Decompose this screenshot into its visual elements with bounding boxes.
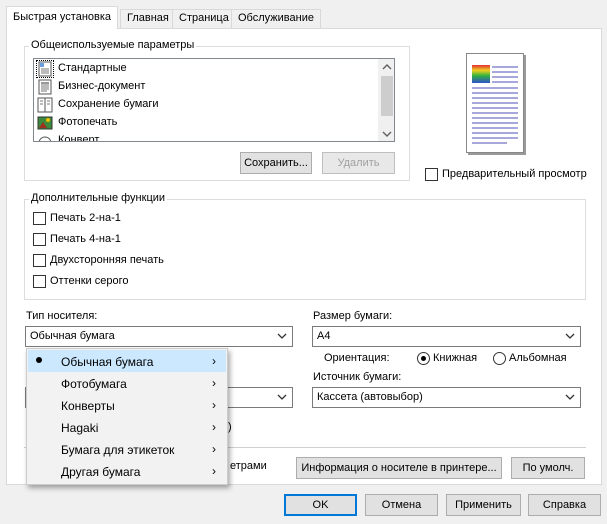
submenu-arrow-icon: › xyxy=(212,442,216,456)
menu-item-label: Конверты xyxy=(61,399,115,413)
duplex-print-label: Двухсторонняя печать xyxy=(50,254,164,266)
list-item[interactable]: Стандартные xyxy=(36,60,376,78)
envelope-icon xyxy=(37,133,53,141)
paper-source-select[interactable]: Кассета (автовыбор) xyxy=(312,387,581,408)
tab-quick-setup[interactable]: Быстрая установка xyxy=(6,6,119,29)
tab-page[interactable]: Страница xyxy=(172,9,236,28)
scroll-up-icon[interactable] xyxy=(382,62,392,74)
save-button[interactable]: Сохранить... xyxy=(240,152,312,174)
preview-checkbox[interactable] xyxy=(425,168,438,181)
chevron-down-icon xyxy=(277,331,287,341)
list-item[interactable]: Бизнес-документ xyxy=(36,78,376,96)
menu-item-label: Hagaki xyxy=(61,421,99,435)
paper-size-value: A4 xyxy=(317,330,331,342)
list-scrollbar[interactable] xyxy=(378,59,394,141)
print-4-in-1-checkbox[interactable] xyxy=(33,233,46,246)
submenu-arrow-icon: › xyxy=(212,398,216,412)
scrollbar-thumb[interactable] xyxy=(381,76,393,116)
photo-print-icon xyxy=(37,115,53,131)
tab-main[interactable]: Главная xyxy=(120,9,176,28)
list-item[interactable]: Конверт xyxy=(36,132,376,142)
common-settings-title: Общеиспользуемые параметры xyxy=(29,39,197,51)
list-item[interactable]: Фотопечать xyxy=(36,114,376,132)
scroll-down-icon[interactable] xyxy=(382,129,392,141)
media-type-label: Тип носителя: xyxy=(26,310,98,322)
paper-source-value: Кассета (автовыбор) xyxy=(317,391,423,403)
list-item-label: Фотопечать xyxy=(58,116,118,128)
landscape-label: Альбомная xyxy=(509,352,567,364)
print-2-in-1-label: Печать 2-на-1 xyxy=(50,212,121,224)
submenu-arrow-icon: › xyxy=(212,420,216,434)
menu-item-label: Другая бумага xyxy=(61,465,141,479)
ok-button[interactable]: OK xyxy=(284,494,357,516)
media-type-dropdown-menu: Обычная бумага › Фотобумага › Конверты ›… xyxy=(26,348,228,485)
menu-item-label: Бумага для этикеток xyxy=(61,443,175,457)
apply-button[interactable]: Применить xyxy=(446,494,521,516)
submenu-arrow-icon: › xyxy=(212,376,216,390)
orientation-label: Ориентация: xyxy=(324,352,390,364)
page-preview-image xyxy=(466,53,524,153)
menu-item-hagaki[interactable]: Hagaki › xyxy=(28,416,226,438)
help-button[interactable]: Справка xyxy=(528,494,601,516)
grayscale-label: Оттенки серого xyxy=(50,275,129,287)
extra-features-title: Дополнительные функции xyxy=(29,192,168,204)
chevron-down-icon xyxy=(277,392,287,402)
preview-label: Предварительный просмотр xyxy=(442,168,587,180)
selected-bullet-icon xyxy=(36,357,42,363)
landscape-radio[interactable] xyxy=(493,352,506,365)
print-4-in-1-label: Печать 4-на-1 xyxy=(50,233,121,245)
menu-item-label-paper[interactable]: Бумага для этикеток › xyxy=(28,438,226,460)
media-type-value: Обычная бумага xyxy=(30,330,115,342)
cancel-button[interactable]: Отмена xyxy=(365,494,438,516)
list-item[interactable]: Сохранение бумаги xyxy=(36,96,376,114)
list-item-label: Бизнес-документ xyxy=(58,80,146,92)
menu-item-other-paper[interactable]: Другая бумага › xyxy=(28,460,226,482)
submenu-arrow-icon: › xyxy=(212,354,216,368)
menu-item-photo-paper[interactable]: Фотобумага › xyxy=(28,372,226,394)
tab-maintenance[interactable]: Обслуживание xyxy=(231,9,321,28)
menu-item-label: Обычная бумага xyxy=(61,355,154,369)
media-info-button[interactable]: Информация о носителе в принтере... xyxy=(296,457,502,479)
menu-item-plain-paper[interactable]: Обычная бумага › xyxy=(28,350,226,372)
delete-button[interactable]: Удалить xyxy=(322,152,395,174)
grayscale-checkbox[interactable] xyxy=(33,275,46,288)
list-item-label: Стандартные xyxy=(58,62,127,74)
list-item-label: Сохранение бумаги xyxy=(58,98,159,110)
portrait-radio[interactable] xyxy=(417,352,430,365)
chevron-down-icon xyxy=(565,331,575,341)
partial-paren-text: ) xyxy=(228,421,232,433)
partial-params-text: етрами xyxy=(230,460,267,472)
media-type-select[interactable]: Обычная бумага xyxy=(25,326,293,347)
common-settings-list[interactable]: Стандартные Бизнес-документ Сохранение б… xyxy=(33,58,395,142)
business-document-icon xyxy=(37,79,53,95)
paper-size-label: Размер бумаги: xyxy=(313,310,393,322)
print-2-in-1-checkbox[interactable] xyxy=(33,212,46,225)
menu-item-envelopes[interactable]: Конверты › xyxy=(28,394,226,416)
submenu-arrow-icon: › xyxy=(212,464,216,478)
chevron-down-icon xyxy=(565,392,575,402)
standard-icon xyxy=(36,60,54,78)
defaults-button[interactable]: По умолч. xyxy=(511,457,585,479)
list-item-label: Конверт xyxy=(58,134,100,142)
paper-saving-icon xyxy=(37,97,53,113)
duplex-print-checkbox[interactable] xyxy=(33,254,46,267)
paper-size-select[interactable]: A4 xyxy=(312,326,581,347)
portrait-label: Книжная xyxy=(433,352,478,364)
paper-source-label: Источник бумаги: xyxy=(313,371,402,383)
menu-item-label: Фотобумага xyxy=(61,377,127,391)
